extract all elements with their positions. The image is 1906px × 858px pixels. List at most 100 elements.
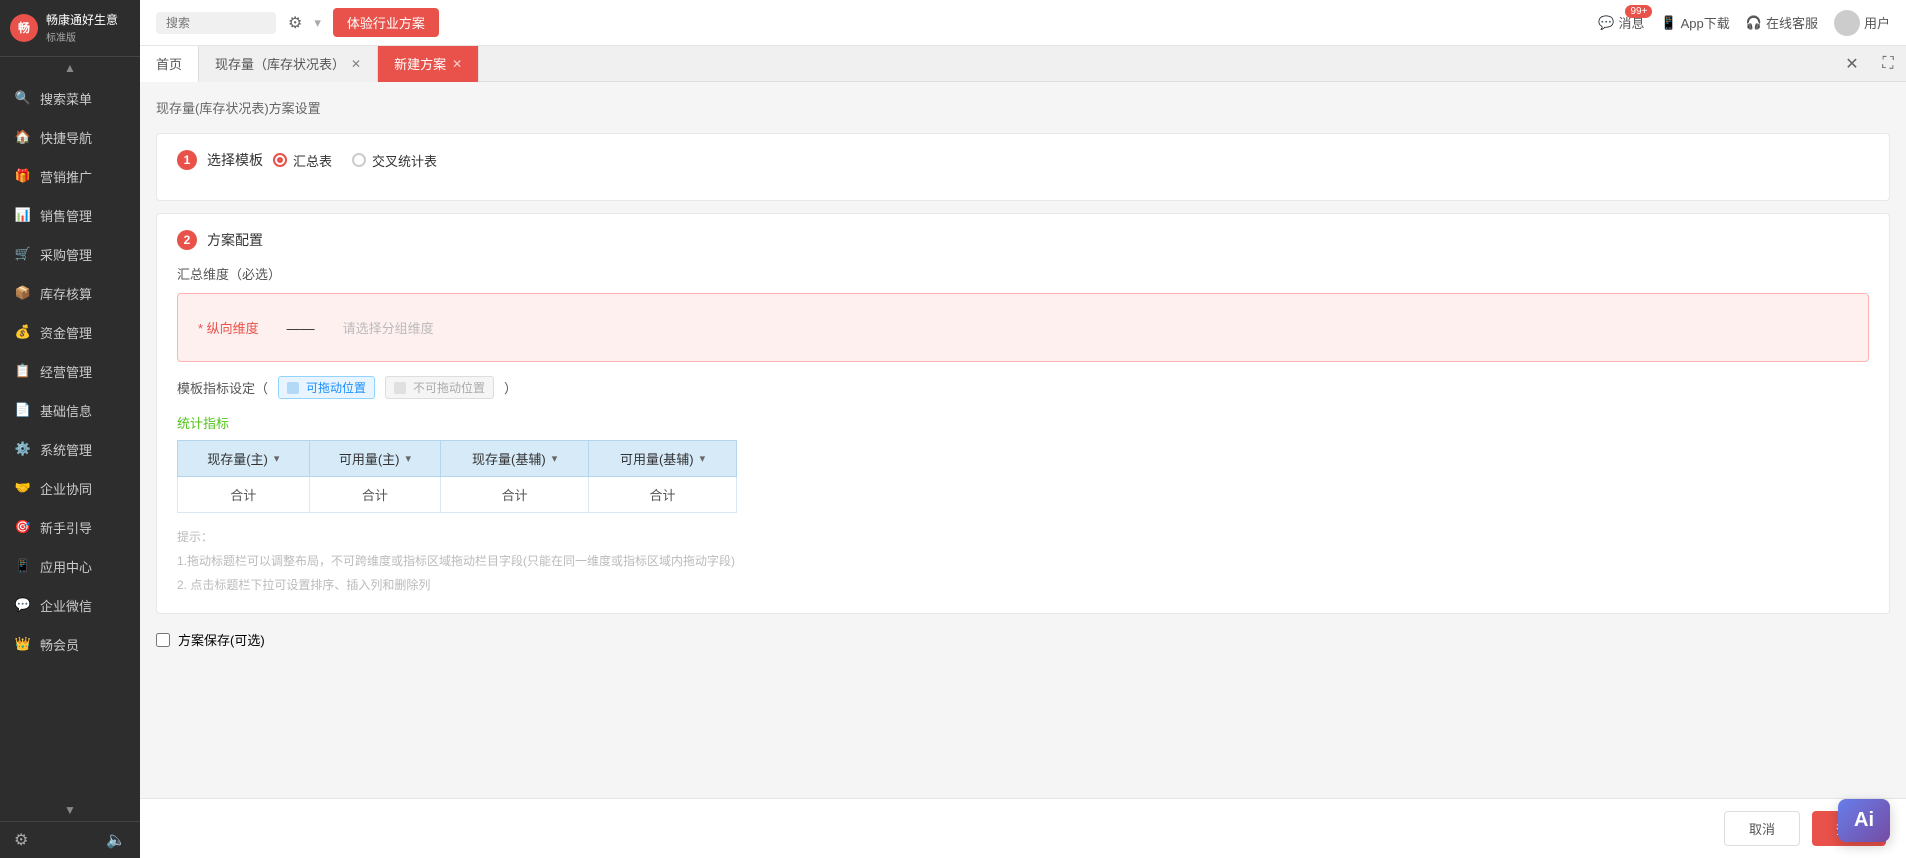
member-icon: 👑 <box>14 635 32 653</box>
dimension-box[interactable]: * 纵向维度 —— 请选择分组维度 <box>177 293 1869 362</box>
sidebar-item-app-center[interactable]: 📱 应用中心 <box>0 547 140 586</box>
volume-icon[interactable]: 🔈 <box>106 830 126 850</box>
sidebar-item-label: 系统管理 <box>40 440 92 459</box>
radio-cross-label: 交叉统计表 <box>372 151 437 170</box>
topbar-left: ⚙ ▾ 体验行业方案 <box>156 8 439 37</box>
chevron-down-icon: ▾ <box>405 452 411 465</box>
tab-inventory-close[interactable]: ✕ <box>351 57 361 71</box>
stat-table-title: 统计指标 <box>177 413 1869 432</box>
finance-icon: 💰 <box>14 323 32 341</box>
search-input[interactable] <box>156 12 276 34</box>
radio-cross[interactable]: 交叉统计表 <box>352 151 437 170</box>
step2-badge: 2 <box>177 230 197 250</box>
sidebar-item-operations[interactable]: 📋 经营管理 <box>0 352 140 391</box>
sidebar-item-label: 采购管理 <box>40 245 92 264</box>
wechat-icon: 💬 <box>14 596 32 614</box>
expand-window-btn[interactable]: ⛶ <box>1870 46 1906 82</box>
step2-card: 2 方案配置 汇总维度（必选） * 纵向维度 —— 请选择分组维度 模板指标设定… <box>156 213 1890 614</box>
sidebar-item-label: 企业微信 <box>40 596 92 615</box>
cancel-button[interactable]: 取消 <box>1724 811 1800 846</box>
sidebar-item-label: 资金管理 <box>40 323 92 342</box>
tab-new-plan-close[interactable]: ✕ <box>452 57 462 71</box>
table-cell-4: 合计 <box>589 477 737 513</box>
sidebar-item-label: 应用中心 <box>40 557 92 576</box>
tab-new-plan[interactable]: 新建方案 ✕ <box>378 46 479 82</box>
tab-home[interactable]: 首页 <box>140 46 199 82</box>
save-checkbox[interactable] <box>156 633 170 647</box>
template-radio-group: 汇总表 交叉统计表 <box>273 151 437 170</box>
sidebar-item-search-menu[interactable]: 🔍 搜索菜单 <box>0 79 140 118</box>
app-download-button[interactable]: 📱 App下载 <box>1660 13 1729 32</box>
sidebar-item-sales[interactable]: 📊 销售管理 <box>0 196 140 235</box>
dropdown-icon[interactable]: ▾ <box>314 15 321 31</box>
quick-nav-icon: 🏠 <box>14 128 32 146</box>
sidebar-item-inventory[interactable]: 📦 库存核算 <box>0 274 140 313</box>
sidebar-item-purchase[interactable]: 🛒 采购管理 <box>0 235 140 274</box>
topbar-right: 💬 消息 99+ 📱 App下载 🎧 在线客服 用户 <box>1598 10 1890 36</box>
search-menu-icon: 🔍 <box>14 89 32 107</box>
app-download-label: App下载 <box>1681 13 1730 32</box>
closing-paren: ） <box>504 378 517 397</box>
sidebar-item-quick-nav[interactable]: 🏠 快捷导航 <box>0 118 140 157</box>
window-controls: ✕ ⛶ <box>1834 46 1906 82</box>
step1-badge: 1 <box>177 150 197 170</box>
app-center-icon: 📱 <box>14 557 32 575</box>
sidebar-item-wechat[interactable]: 💬 企业微信 <box>0 586 140 625</box>
save-label: 方案保存(可选) <box>178 630 265 649</box>
sidebar-logo: 畅 畅康通好生意 标准版 <box>0 0 140 57</box>
sidebar-item-marketing[interactable]: 🎁 营销推广 <box>0 157 140 196</box>
operations-icon: 📋 <box>14 362 32 380</box>
table-cell-1: 合计 <box>178 477 310 513</box>
main-area: ⚙ ▾ 体验行业方案 💬 消息 99+ 📱 App下载 🎧 在线客服 用户 <box>140 0 1906 858</box>
sidebar-item-new-guide[interactable]: 🎯 新手引导 <box>0 508 140 547</box>
dimension-arrow: —— <box>287 320 315 336</box>
step2-title: 方案配置 <box>207 230 263 250</box>
system-icon: ⚙️ <box>14 440 32 458</box>
basic-info-icon: 📄 <box>14 401 32 419</box>
ai-badge[interactable]: Ai <box>1838 799 1890 842</box>
service-label: 在线客服 <box>1766 13 1818 32</box>
sidebar-item-member[interactable]: 👑 畅会员 <box>0 625 140 664</box>
user-menu[interactable]: 用户 <box>1834 10 1890 36</box>
messages-button[interactable]: 💬 消息 99+ <box>1598 13 1644 32</box>
message-icon: 💬 <box>1598 15 1614 31</box>
sidebar-item-label: 新手引导 <box>40 518 92 537</box>
page-title: 现存量(库存状况表)方案设置 <box>156 98 1890 117</box>
col-header-1[interactable]: 现存量(主) ▾ <box>178 441 310 477</box>
sidebar-scroll-up[interactable]: ▲ <box>0 57 140 79</box>
col-header-4[interactable]: 可用量(基辅) ▾ <box>589 441 737 477</box>
dimension-placeholder: 请选择分组维度 <box>343 318 434 337</box>
cooperation-icon: 🤝 <box>14 479 32 497</box>
user-name: 用户 <box>1864 13 1890 32</box>
logo-icon: 畅 <box>10 14 38 42</box>
save-row: 方案保存(可选) <box>156 630 1890 649</box>
tip-1: 1.拖动标题栏可以调整布局，不可跨维度或指标区域拖动栏目字段(只能在同一维度或指… <box>177 549 1869 573</box>
radio-summary[interactable]: 汇总表 <box>273 151 332 170</box>
chevron-down-icon: ▾ <box>552 452 558 465</box>
sidebar-item-cooperation[interactable]: 🤝 企业协同 <box>0 469 140 508</box>
sidebar-item-basic-info[interactable]: 📄 基础信息 <box>0 391 140 430</box>
sidebar-item-label: 搜索菜单 <box>40 89 92 108</box>
tips-title: 提示： <box>177 530 213 544</box>
dimension-section-label: 汇总维度（必选） <box>177 264 1869 283</box>
radio-summary-circle <box>273 153 287 167</box>
close-window-btn[interactable]: ✕ <box>1834 46 1870 82</box>
tab-inventory-status[interactable]: 现存量（库存状况表） ✕ <box>199 46 378 82</box>
col-header-2[interactable]: 可用量(主) ▾ <box>309 441 441 477</box>
sales-icon: 📊 <box>14 206 32 224</box>
settings-icon[interactable]: ⚙ <box>14 830 28 850</box>
radio-summary-label: 汇总表 <box>293 151 332 170</box>
online-service-button[interactable]: 🎧 在线客服 <box>1746 13 1818 32</box>
step1-title: 选择模板 <box>207 150 263 170</box>
sidebar-item-system[interactable]: ⚙️ 系统管理 <box>0 430 140 469</box>
messages-badge: 99+ <box>1625 5 1652 18</box>
col-header-3[interactable]: 现存量(基辅) ▾ <box>441 441 589 477</box>
tab-inventory-label: 现存量（库存状况表） <box>215 54 345 73</box>
sidebar-menu: 🔍 搜索菜单 🏠 快捷导航 🎁 营销推广 📊 销售管理 🛒 采购管理 📦 库存核… <box>0 79 140 799</box>
sidebar-scroll-down[interactable]: ▼ <box>0 799 140 821</box>
trial-button[interactable]: 体验行业方案 <box>333 8 439 37</box>
sidebar-item-finance[interactable]: 💰 资金管理 <box>0 313 140 352</box>
table-cell-3: 合计 <box>441 477 589 513</box>
tab-new-plan-label: 新建方案 <box>394 54 446 73</box>
topbar-settings-icon[interactable]: ⚙ <box>288 13 302 33</box>
